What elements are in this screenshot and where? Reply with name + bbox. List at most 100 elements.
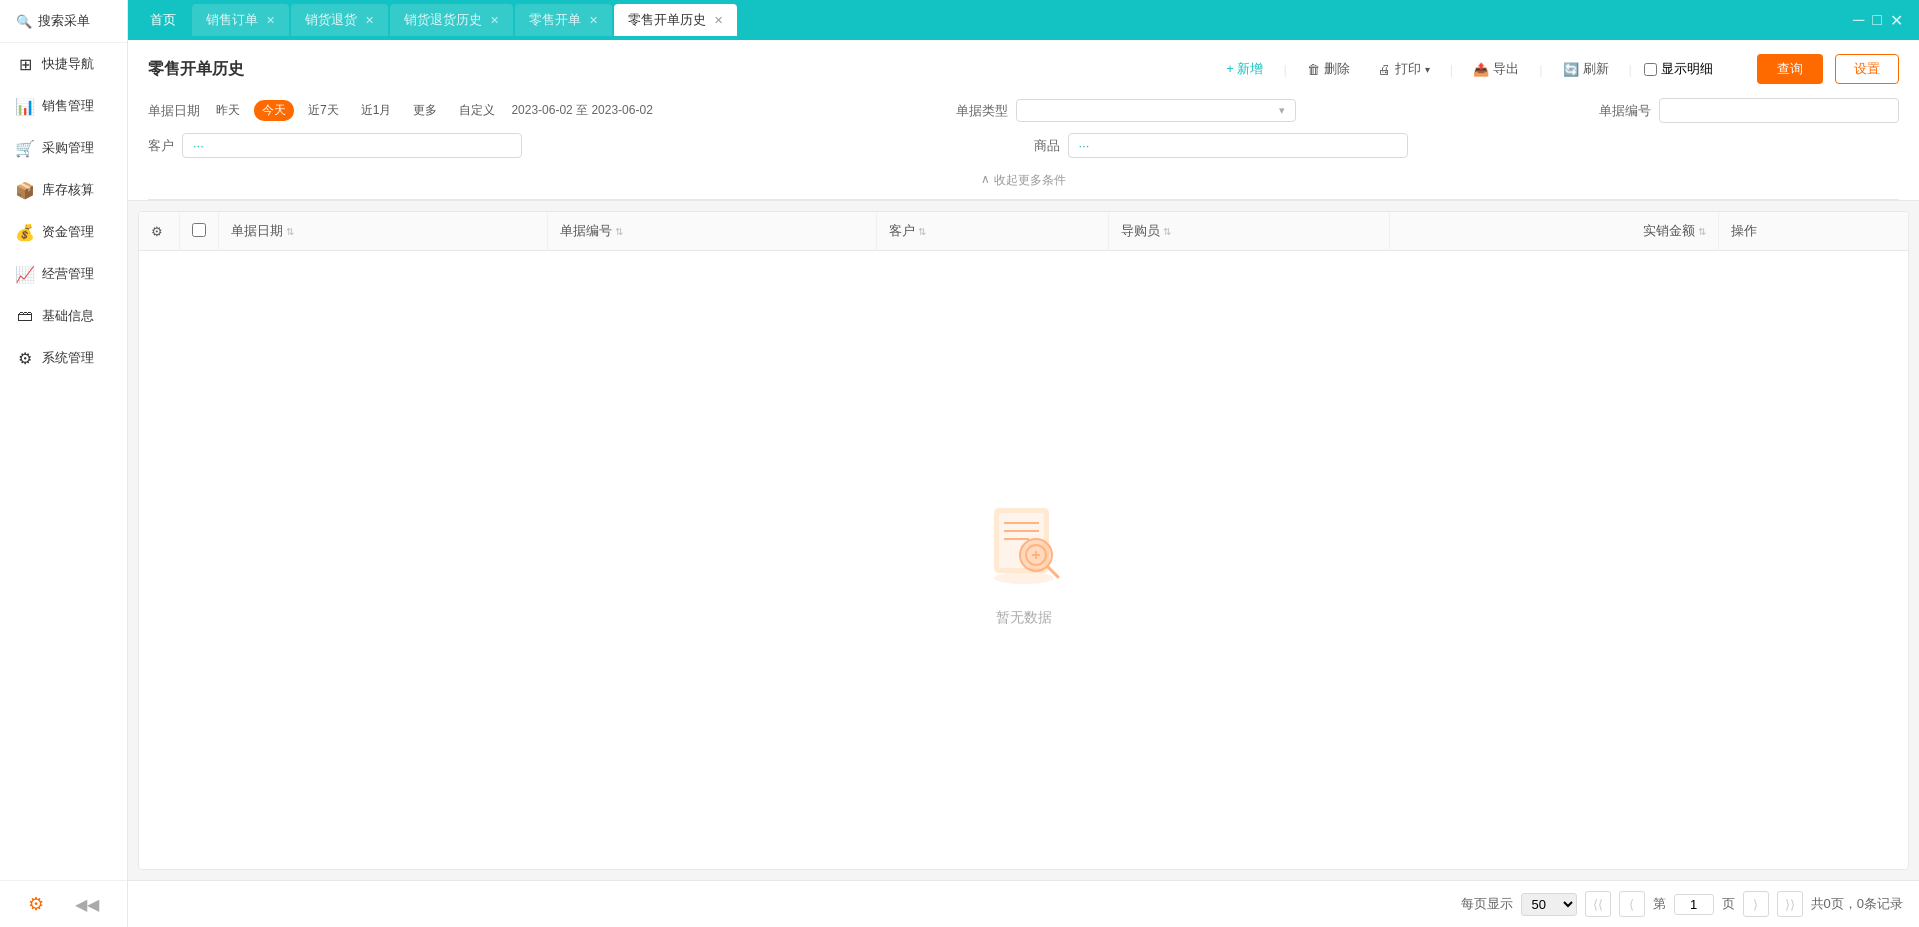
- tab-sales-order[interactable]: 销售订单 ✕: [192, 4, 289, 36]
- sidebar-item-base-info[interactable]: 🗃 基础信息: [0, 295, 127, 337]
- doc-type-dropdown-icon: ▾: [1279, 104, 1285, 117]
- query-button[interactable]: 查询: [1757, 54, 1823, 84]
- doc-no-label: 单据编号: [1599, 102, 1651, 120]
- display-detail-toggle[interactable]: 显示明细: [1644, 60, 1713, 78]
- print-icon: 🖨: [1378, 62, 1391, 77]
- svg-point-0: [994, 572, 1054, 584]
- doc-no-filter: 单据编号: [1599, 98, 1899, 123]
- th-doc-no-sort-icon[interactable]: ⇅: [615, 226, 623, 237]
- th-checkbox: [179, 212, 218, 251]
- sidebar-label-finance: 资金管理: [42, 223, 94, 241]
- th-actions: 操作: [1719, 212, 1908, 251]
- per-page-label: 每页显示: [1461, 895, 1513, 913]
- display-detail-checkbox[interactable]: [1644, 63, 1657, 76]
- sidebar-search-button[interactable]: 🔍 搜索采单: [0, 0, 127, 43]
- column-settings-icon[interactable]: ⚙: [151, 224, 163, 239]
- minimize-icon[interactable]: ─: [1853, 11, 1864, 30]
- goods-filter: 商品 ···: [1034, 133, 1408, 158]
- tab-label-sales-order: 销售订单: [206, 11, 258, 29]
- sidebar-item-finance[interactable]: 💰 资金管理: [0, 211, 127, 253]
- per-page-select[interactable]: 50 10 20 100: [1521, 893, 1577, 916]
- tab-close-retail-history[interactable]: ✕: [714, 14, 723, 27]
- doc-no-input[interactable]: [1659, 98, 1899, 123]
- print-button[interactable]: 🖨 打印 ▾: [1370, 56, 1438, 82]
- tab-retail-open[interactable]: 零售开单✕: [515, 4, 612, 36]
- empty-icon: [974, 493, 1074, 593]
- tab-close-retail-open[interactable]: ✕: [589, 14, 598, 27]
- doc-type-select[interactable]: ▾: [1016, 99, 1296, 122]
- sidebar-item-operations[interactable]: 📈 经营管理: [0, 253, 127, 295]
- settings-icon[interactable]: ⚙: [28, 893, 44, 915]
- print-dropdown-icon: ▾: [1425, 64, 1430, 75]
- th-date-label: 单据日期: [231, 222, 283, 240]
- goods-label: 商品: [1034, 137, 1060, 155]
- sidebar-icon-purchase-mgmt: 🛒: [16, 139, 34, 157]
- first-page-button[interactable]: ⟨⟨: [1585, 891, 1611, 917]
- tab-close-sales-order[interactable]: ✕: [266, 14, 275, 27]
- sidebar-item-purchase-mgmt[interactable]: 🛒 采购管理: [0, 127, 127, 169]
- maximize-icon[interactable]: □: [1872, 11, 1882, 30]
- th-amount-sort-icon[interactable]: ⇅: [1698, 226, 1706, 237]
- date-opt-自定义[interactable]: 自定义: [451, 100, 503, 121]
- th-customer: 客户 ⇅: [877, 212, 1109, 251]
- select-all-checkbox[interactable]: [192, 223, 206, 237]
- collapse-icon[interactable]: ◀◀: [75, 895, 99, 914]
- date-opt-近1月[interactable]: 近1月: [353, 100, 400, 121]
- close-icon[interactable]: ✕: [1890, 11, 1903, 30]
- date-opt-更多[interactable]: 更多: [405, 100, 445, 121]
- pagination: 每页显示 50 10 20 100 ⟨⟨ ⟨ 第 页 ⟩ ⟩⟩ 共0页，0条记录: [128, 880, 1919, 927]
- sidebar-label-sales-mgmt: 销售管理: [42, 97, 94, 115]
- page-label: 第: [1653, 895, 1666, 913]
- sidebar-label-operations: 经营管理: [42, 265, 94, 283]
- page-input[interactable]: [1674, 894, 1714, 915]
- sidebar-label-quick-nav: 快捷导航: [42, 55, 94, 73]
- sidebar-item-quick-nav[interactable]: ⊞ 快捷导航: [0, 43, 127, 85]
- sidebar-item-sys-mgmt[interactable]: ⚙ 系统管理: [0, 337, 127, 379]
- next-page-button[interactable]: ⟩: [1743, 891, 1769, 917]
- export-icon: 📤: [1473, 62, 1489, 77]
- th-settings: ⚙: [139, 212, 179, 251]
- th-salesperson-sort-icon[interactable]: ⇅: [1163, 226, 1171, 237]
- setting-button[interactable]: 设置: [1835, 54, 1899, 84]
- sidebar-item-sales-mgmt[interactable]: 📊 销售管理: [0, 85, 127, 127]
- customer-select[interactable]: ···: [182, 133, 522, 158]
- export-button[interactable]: 📤 导出: [1465, 56, 1527, 82]
- filter-area: 单据日期 昨天今天近7天近1月更多自定义 2023-06-02 至 2023-0…: [148, 98, 1899, 200]
- sidebar-item-inventory[interactable]: 📦 库存核算: [0, 169, 127, 211]
- add-button[interactable]: + 新增: [1218, 56, 1271, 82]
- filter-row-1: 单据日期 昨天今天近7天近1月更多自定义 2023-06-02 至 2023-0…: [148, 98, 1899, 123]
- date-opt-今天[interactable]: 今天: [254, 100, 294, 121]
- sidebar-label-sys-mgmt: 系统管理: [42, 349, 94, 367]
- collapse-icon: ∧: [981, 172, 990, 189]
- th-date-sort-icon[interactable]: ⇅: [286, 226, 294, 237]
- sidebar-label-base-info: 基础信息: [42, 307, 94, 325]
- delete-button[interactable]: 🗑 删除: [1299, 56, 1358, 82]
- tab-label-retail-history: 零售开单历史: [628, 11, 706, 29]
- th-salesperson-label: 导购员: [1121, 222, 1160, 240]
- tab-home[interactable]: 首页: [136, 4, 190, 36]
- refresh-button[interactable]: 🔄 刷新: [1555, 56, 1617, 82]
- tab-close-sales-return-history[interactable]: ✕: [490, 14, 499, 27]
- empty-text: 暂无数据: [996, 609, 1052, 627]
- tab-retail-history[interactable]: 零售开单历史 ✕: [614, 4, 737, 36]
- last-page-button[interactable]: ⟩⟩: [1777, 891, 1803, 917]
- goods-ellipsis: ···: [1079, 138, 1090, 153]
- window-controls: ─ □ ✕: [1853, 11, 1911, 30]
- collapse-row[interactable]: ∧ 收起更多条件: [148, 168, 1899, 191]
- th-customer-sort-icon[interactable]: ⇅: [918, 226, 926, 237]
- main-area: 首页销售订单✕销货退货✕销货退货历史✕零售开单✕零售开单历史✕ ─ □ ✕ 零售…: [128, 0, 1919, 927]
- th-salesperson: 导购员 ⇅: [1109, 212, 1390, 251]
- date-opt-昨天[interactable]: 昨天: [208, 100, 248, 121]
- sidebar-icon-operations: 📈: [16, 265, 34, 283]
- sidebar-icon-quick-nav: ⊞: [16, 55, 34, 73]
- tab-label-sales-return: 销货退货: [305, 11, 357, 29]
- tab-sales-return[interactable]: 销货退货 ✕: [291, 4, 388, 36]
- sidebar-icon-sys-mgmt: ⚙: [16, 349, 34, 367]
- prev-page-button[interactable]: ⟨: [1619, 891, 1645, 917]
- tab-close-sales-return[interactable]: ✕: [365, 14, 374, 27]
- date-opt-近7天[interactable]: 近7天: [300, 100, 347, 121]
- tab-sales-return-history[interactable]: 销货退货历史✕: [390, 4, 513, 36]
- sidebar-icon-finance: 💰: [16, 223, 34, 241]
- goods-select[interactable]: ···: [1068, 133, 1408, 158]
- total-text: 共0页，0条记录: [1811, 895, 1903, 913]
